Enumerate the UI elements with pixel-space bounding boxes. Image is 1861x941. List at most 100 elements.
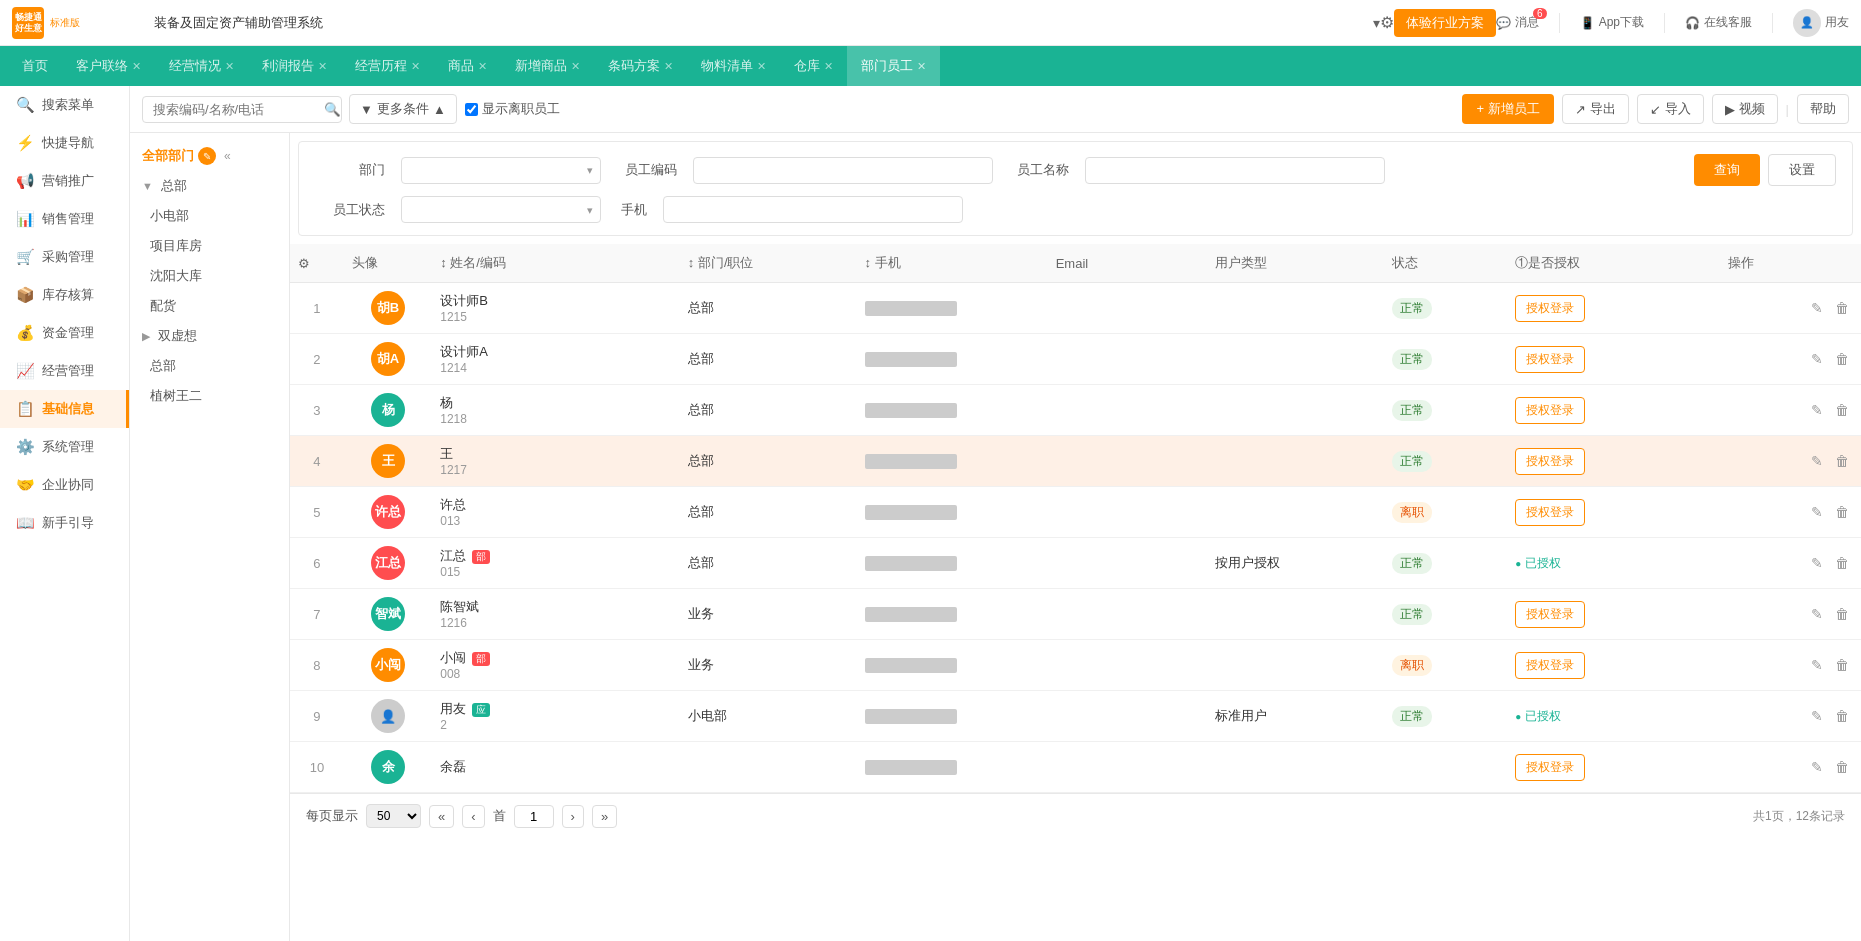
per-page-select[interactable]: 50 20 100 <box>366 804 421 828</box>
tab-staff-close[interactable]: ✕ <box>917 60 926 73</box>
video-btn[interactable]: ▶ 视频 <box>1712 94 1778 124</box>
add-employee-btn[interactable]: + 新增员工 <box>1462 94 1553 124</box>
app-download-btn[interactable]: 📱 App下载 <box>1580 14 1644 31</box>
tab-barcode[interactable]: 条码方案✕ <box>594 46 687 86</box>
tab-operation[interactable]: 经营情况✕ <box>155 46 248 86</box>
auth-login-btn[interactable]: 授权登录 <box>1515 397 1585 424</box>
dept-edit-btn[interactable]: ✎ <box>198 147 216 165</box>
edit-btn[interactable]: ✎ <box>1807 298 1827 318</box>
tab-home[interactable]: 首页 <box>8 46 62 86</box>
dept-item-shenyang[interactable]: 沈阳大库 <box>130 261 289 291</box>
edit-btn[interactable]: ✎ <box>1807 706 1827 726</box>
auth-login-btn[interactable]: 授权登录 <box>1515 754 1585 781</box>
tab-new-goods-close[interactable]: ✕ <box>571 60 580 73</box>
dept-select[interactable] <box>401 157 601 184</box>
delete-btn[interactable]: 🗑 <box>1831 451 1853 471</box>
help-btn[interactable]: 帮助 <box>1797 94 1849 124</box>
delete-btn[interactable]: 🗑 <box>1831 757 1853 777</box>
emp-name-input[interactable] <box>1085 157 1385 184</box>
tab-new-goods[interactable]: 新增商品✕ <box>501 46 594 86</box>
first-page-btn[interactable]: « <box>429 805 454 828</box>
dept-collapse-btn[interactable]: « <box>220 149 235 163</box>
col-phone-header[interactable]: ↕ 手机 <box>857 244 1048 283</box>
show-resigned-label[interactable]: 显示离职员工 <box>465 100 560 118</box>
tab-bom[interactable]: 物料清单✕ <box>687 46 780 86</box>
tab-history[interactable]: 经营历程✕ <box>341 46 434 86</box>
col-setting[interactable]: ⚙ <box>290 244 344 283</box>
next-page-btn[interactable]: › <box>562 805 584 828</box>
tab-goods-close[interactable]: ✕ <box>478 60 487 73</box>
export-btn[interactable]: ↗ 导出 <box>1562 94 1629 124</box>
delete-btn[interactable]: 🗑 <box>1831 400 1853 420</box>
dept-item-double[interactable]: ▶ 双虚想 <box>130 321 289 351</box>
delete-btn[interactable]: 🗑 <box>1831 706 1853 726</box>
sidebar-item-guide[interactable]: 📖 新手引导 <box>0 504 129 542</box>
col-name-header[interactable]: ↕ 姓名/编码 <box>432 244 680 283</box>
auth-login-btn[interactable]: 授权登录 <box>1515 448 1585 475</box>
service-btn[interactable]: 🎧 在线客服 <box>1685 14 1752 31</box>
tab-profit[interactable]: 利润报告✕ <box>248 46 341 86</box>
dept-item-zhishu[interactable]: 植树王二 <box>130 381 289 411</box>
search-submit-btn[interactable]: 🔍 <box>324 102 341 117</box>
col-dept-header[interactable]: ↕ 部门/职位 <box>680 244 857 283</box>
sidebar-item-basic[interactable]: 📋 基础信息 <box>0 390 129 428</box>
system-title-arrow[interactable]: ▾ <box>1373 15 1380 31</box>
edit-btn[interactable]: ✎ <box>1807 655 1827 675</box>
phone-input[interactable] <box>663 196 963 223</box>
auth-login-btn[interactable]: 授权登录 <box>1515 295 1585 322</box>
auth-login-btn[interactable]: 授权登录 <box>1515 652 1585 679</box>
tab-warehouse[interactable]: 仓库✕ <box>780 46 847 86</box>
page-input[interactable] <box>514 805 554 828</box>
sidebar-item-inventory[interactable]: 📦 库存核算 <box>0 276 129 314</box>
tab-staff[interactable]: 部门员工✕ <box>847 46 940 86</box>
experience-btn[interactable]: 体验行业方案 <box>1394 9 1496 37</box>
edit-btn[interactable]: ✎ <box>1807 451 1827 471</box>
sidebar-item-biz[interactable]: 📈 经营管理 <box>0 352 129 390</box>
edit-btn[interactable]: ✎ <box>1807 757 1827 777</box>
delete-btn[interactable]: 🗑 <box>1831 604 1853 624</box>
tab-profit-close[interactable]: ✕ <box>318 60 327 73</box>
filter-more-btn[interactable]: ▼ 更多条件 ▲ <box>349 94 457 124</box>
tab-goods[interactable]: 商品✕ <box>434 46 501 86</box>
import-btn[interactable]: ↙ 导入 <box>1637 94 1704 124</box>
sidebar-item-nav[interactable]: ⚡ 快捷导航 <box>0 124 129 162</box>
sidebar-item-sales[interactable]: 📊 销售管理 <box>0 200 129 238</box>
tab-customer[interactable]: 客户联络✕ <box>62 46 155 86</box>
set-btn[interactable]: 设置 <box>1768 154 1836 186</box>
tab-history-close[interactable]: ✕ <box>411 60 420 73</box>
tab-warehouse-close[interactable]: ✕ <box>824 60 833 73</box>
message-btn[interactable]: 💬 消息 6 <box>1496 14 1539 31</box>
delete-btn[interactable]: 🗑 <box>1831 502 1853 522</box>
delete-btn[interactable]: 🗑 <box>1831 553 1853 573</box>
sidebar-item-search[interactable]: 🔍 搜索菜单 <box>0 86 129 124</box>
edit-btn[interactable]: ✎ <box>1807 349 1827 369</box>
last-page-btn[interactable]: » <box>592 805 617 828</box>
query-btn[interactable]: 查询 <box>1694 154 1760 186</box>
tab-customer-close[interactable]: ✕ <box>132 60 141 73</box>
auth-login-btn[interactable]: 授权登录 <box>1515 499 1585 526</box>
sidebar-item-system[interactable]: ⚙️ 系统管理 <box>0 428 129 466</box>
dept-item-xiaodian[interactable]: 小电部 <box>130 201 289 231</box>
dept-item-zongbu[interactable]: 总部 <box>130 351 289 381</box>
tab-barcode-close[interactable]: ✕ <box>664 60 673 73</box>
emp-code-input[interactable] <box>693 157 993 184</box>
search-input[interactable] <box>142 96 342 123</box>
settings-icon[interactable]: ⚙ <box>1380 13 1394 32</box>
show-resigned-checkbox[interactable] <box>465 103 478 116</box>
prev-page-btn[interactable]: ‹ <box>462 805 484 828</box>
sidebar-item-collab[interactable]: 🤝 企业协同 <box>0 466 129 504</box>
delete-btn[interactable]: 🗑 <box>1831 298 1853 318</box>
edit-btn[interactable]: ✎ <box>1807 553 1827 573</box>
auth-login-btn[interactable]: 授权登录 <box>1515 601 1585 628</box>
auth-login-btn[interactable]: 授权登录 <box>1515 346 1585 373</box>
edit-btn[interactable]: ✎ <box>1807 502 1827 522</box>
tab-operation-close[interactable]: ✕ <box>225 60 234 73</box>
delete-btn[interactable]: 🗑 <box>1831 655 1853 675</box>
emp-status-select[interactable] <box>401 196 601 223</box>
edit-btn[interactable]: ✎ <box>1807 604 1827 624</box>
sidebar-item-purchase[interactable]: 🛒 采购管理 <box>0 238 129 276</box>
sidebar-item-finance[interactable]: 💰 资金管理 <box>0 314 129 352</box>
edit-btn[interactable]: ✎ <box>1807 400 1827 420</box>
tab-bom-close[interactable]: ✕ <box>757 60 766 73</box>
user-area[interactable]: 👤 用友 <box>1793 9 1849 37</box>
